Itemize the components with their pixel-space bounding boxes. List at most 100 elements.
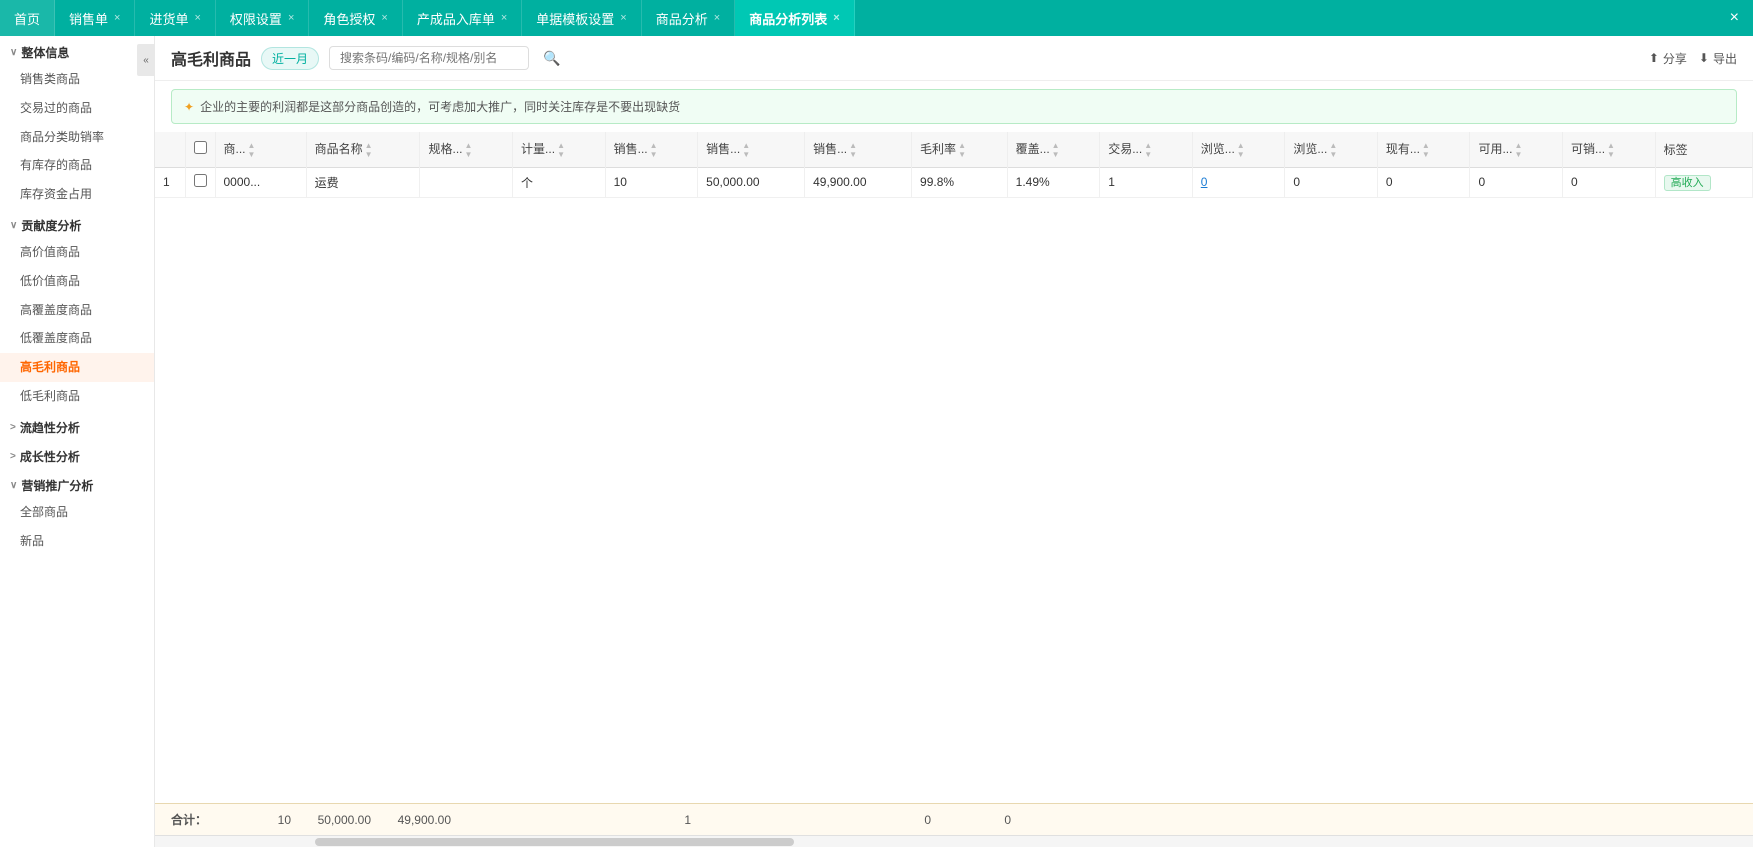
nav-close-icon[interactable]: × [833,12,839,24]
sort-icon[interactable]: ▲▼ [1237,141,1245,159]
sort-icon[interactable]: ▲▼ [958,141,966,159]
table-wrapper[interactable]: 商...▲▼商品名称▲▼规格...▲▼计量...▲▼销售...▲▼销售...▲▼… [155,132,1753,803]
tag-badge: 高收入 [1664,175,1711,191]
sort-icon[interactable]: ▲▼ [1422,141,1430,159]
sort-icon[interactable]: ▲▼ [742,141,750,159]
sort-icon[interactable]: ▲▼ [365,141,373,159]
nav-close-icon[interactable]: × [620,12,626,24]
sidebar-item[interactable]: 高覆盖度商品 [0,296,154,325]
sidebar-group-title[interactable]: ∨营销推广分析 [0,469,154,498]
nav-close-icon[interactable]: × [381,12,387,24]
col-header-grossRate[interactable]: 毛利率▲▼ [912,132,1008,167]
col-header-code[interactable]: 商...▲▼ [215,132,306,167]
sort-icon[interactable]: ▲▼ [1052,141,1060,159]
col-header-coverage[interactable]: 覆盖...▲▼ [1007,132,1100,167]
close-all-button[interactable]: × [1716,0,1753,36]
col-header-available[interactable]: 可用...▲▼ [1470,132,1563,167]
col-header-saleable[interactable]: 可销...▲▼ [1563,132,1656,167]
horizontal-scrollbar[interactable] [155,835,1753,847]
nav-item-首页[interactable]: 首页 [0,0,55,36]
nav-item-商品分析[interactable]: 商品分析× [642,0,735,36]
sidebar-item[interactable]: 低毛利商品 [0,382,154,411]
sort-icon[interactable]: ▲▼ [1329,141,1337,159]
sort-icon[interactable]: ▲▼ [1514,141,1522,159]
export-button[interactable]: ⬇ 导出 [1699,50,1737,67]
sidebar-group-arrow-icon: ∨ [10,220,17,231]
sidebar-group-title[interactable]: ∨贡献度分析 [0,209,154,238]
col-header-browse2[interactable]: 浏览...▲▼ [1285,132,1378,167]
search-input[interactable] [329,46,529,70]
col-header-saleAmt[interactable]: 销售...▲▼ [698,132,805,167]
nav-close-icon[interactable]: × [194,12,200,24]
sort-icon[interactable]: ▲▼ [248,141,256,159]
footer-coverage [547,813,627,827]
sidebar-group-title[interactable]: ∨整体信息 [0,36,154,65]
col-label: 可用... [1478,142,1512,156]
col-header-saleQty[interactable]: 销售...▲▼ [605,132,698,167]
scrollbar-thumb[interactable] [315,838,794,846]
sort-icon[interactable]: ▲▼ [557,141,565,159]
col-header-trade[interactable]: 交易...▲▼ [1100,132,1193,167]
nav-item-进货单[interactable]: 进货单× [135,0,215,36]
sort-icon[interactable]: ▲▼ [465,141,473,159]
cell-unit: 个 [513,167,606,197]
nav-item-角色授权[interactable]: 角色授权× [309,0,402,36]
cell-tag[interactable]: 高收入 [1655,167,1752,197]
nav-item-权限设置[interactable]: 权限设置× [216,0,309,36]
sidebar-collapse-button[interactable]: « [137,44,155,76]
sidebar-item[interactable]: 全部商品 [0,498,154,527]
sidebar-item[interactable]: 库存资金占用 [0,180,154,209]
main-layout: « ∨整体信息销售类商品交易过的商品商品分类助销率有库存的商品库存资金占用∨贡献… [0,36,1753,847]
sidebar-group-title[interactable]: >成长性分析 [0,440,154,469]
select-all-checkbox[interactable] [194,141,207,154]
footer-sale-amt: 50,000.00 [307,813,387,827]
share-button[interactable]: ⬆ 分享 [1649,50,1687,67]
sort-icon[interactable]: ▲▼ [650,141,658,159]
sidebar: « ∨整体信息销售类商品交易过的商品商品分类助销率有库存的商品库存资金占用∨贡献… [0,36,155,847]
browse-link[interactable]: 0 [1201,175,1208,189]
date-filter-button[interactable]: 近一月 [261,47,319,70]
export-icon: ⬇ [1699,51,1709,65]
col-header-saleProfit[interactable]: 销售...▲▼ [805,132,912,167]
cell-saleQty: 10 [605,167,698,197]
nav-close-icon[interactable]: × [714,12,720,24]
nav-item-销售单[interactable]: 销售单× [55,0,135,36]
col-label: 可销... [1571,142,1605,156]
search-button[interactable]: 🔍 [539,50,564,67]
col-header-browse1[interactable]: 浏览...▲▼ [1192,132,1285,167]
sidebar-item[interactable]: 低价值商品 [0,267,154,296]
cell-code: 0000... [215,167,306,197]
sidebar-group: >流趋性分析 [0,411,154,440]
sort-icon[interactable]: ▲▼ [849,141,857,159]
col-header-name[interactable]: 商品名称▲▼ [306,132,420,167]
col-label: 商... [224,142,246,156]
sidebar-group-label: 整体信息 [21,44,69,61]
sidebar-item[interactable]: 有库存的商品 [0,151,154,180]
sidebar-item[interactable]: 交易过的商品 [0,94,154,123]
col-label: 交易... [1108,142,1142,156]
row-checkbox[interactable] [194,174,207,187]
nav-item-产成品入库单[interactable]: 产成品入库单× [403,0,522,36]
col-header-checkbox [185,132,215,167]
col-header-unit[interactable]: 计量...▲▼ [513,132,606,167]
nav-close-icon[interactable]: × [288,12,294,24]
nav-close-icon[interactable]: × [501,12,507,24]
sidebar-item[interactable]: 高价值商品 [0,238,154,267]
sort-icon[interactable]: ▲▼ [1144,141,1152,159]
table-row: 10000...运费个1050,000.0049,900.0099.8%1.49… [155,167,1753,197]
nav-item-商品分析列表[interactable]: 商品分析列表× [735,0,854,36]
sidebar-group-title[interactable]: >流趋性分析 [0,411,154,440]
col-header-spec[interactable]: 规格...▲▼ [420,132,513,167]
sort-icon[interactable]: ▲▼ [1607,141,1615,159]
nav-item-单据模板设置[interactable]: 单据模板设置× [522,0,641,36]
nav-close-icon[interactable]: × [114,12,120,24]
sidebar-item[interactable]: 商品分类助销率 [0,123,154,152]
sidebar-item[interactable]: 新品 [0,527,154,556]
col-header-current[interactable]: 现有...▲▼ [1377,132,1470,167]
sidebar-item[interactable]: 低覆盖度商品 [0,324,154,353]
sidebar-item[interactable]: 高毛利商品 [0,353,154,382]
top-nav: 首页销售单×进货单×权限设置×角色授权×产成品入库单×单据模板设置×商品分析×商… [0,0,1753,36]
footer-gross [467,813,547,827]
cell-browse1[interactable]: 0 [1192,167,1285,197]
sidebar-item[interactable]: 销售类商品 [0,65,154,94]
